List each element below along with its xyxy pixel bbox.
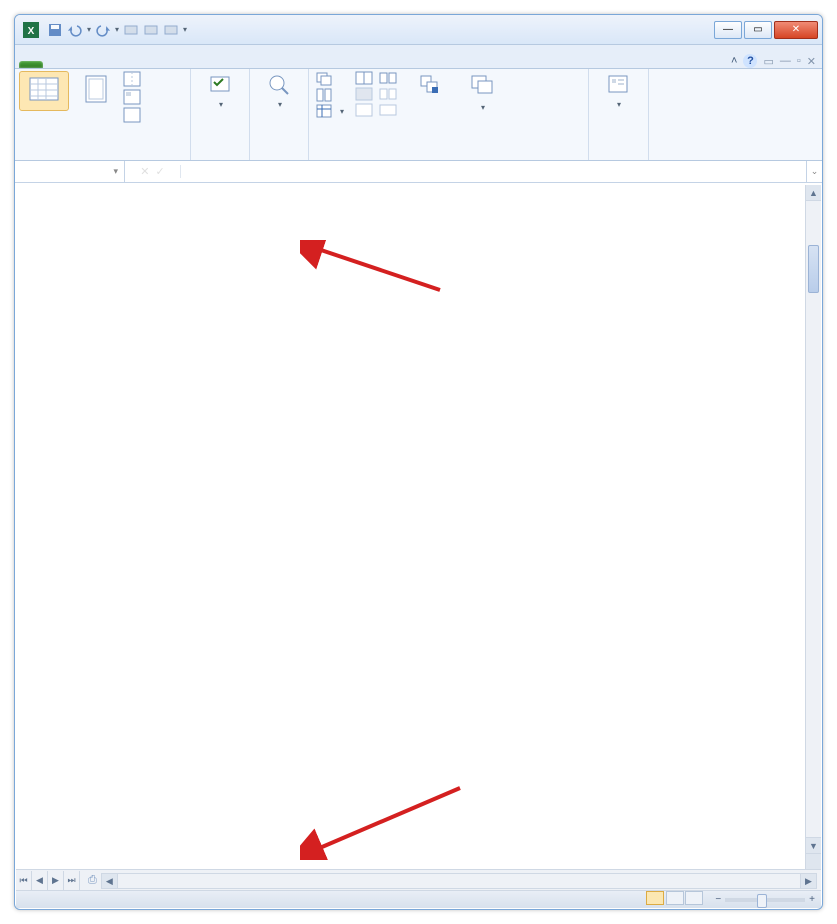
custom-views-icon[interactable]: [123, 89, 141, 105]
freeze-panes-button[interactable]: ▾: [313, 103, 347, 119]
group-views-label: [19, 156, 186, 158]
redo-dropdown[interactable]: ▾: [115, 25, 119, 34]
vertical-scrollbar[interactable]: ▲ ▼: [805, 185, 821, 869]
maximize-button[interactable]: ▭: [744, 21, 772, 39]
page-layout-icon: [80, 73, 112, 105]
pagebreak-preview-icon[interactable]: [123, 71, 141, 87]
undo-dropdown[interactable]: ▾: [87, 25, 91, 34]
new-sheet-button[interactable]: ⎙: [88, 874, 97, 887]
new-window-icon: [316, 72, 332, 86]
svg-text:X: X: [28, 26, 35, 37]
reset-pos-icon[interactable]: [379, 87, 397, 101]
arrange-all-button[interactable]: [313, 87, 347, 103]
save-workspace-button[interactable]: [405, 71, 455, 103]
zoom-slider[interactable]: [725, 898, 805, 902]
excel-icon: X: [23, 22, 39, 38]
tab-file[interactable]: [19, 61, 43, 68]
compare-icon[interactable]: [379, 103, 397, 117]
qat-customize[interactable]: ▾: [183, 25, 187, 34]
tab-nav-prev[interactable]: ◀: [32, 871, 48, 891]
minimize-button[interactable]: —: [714, 21, 742, 39]
formula-bar-expand[interactable]: ⌄: [806, 161, 822, 182]
macros-icon: [606, 73, 630, 97]
name-box[interactable]: ▾: [15, 161, 125, 182]
fullscreen-icon[interactable]: [123, 107, 141, 123]
qat-extra2-icon[interactable]: [143, 22, 159, 38]
save-icon[interactable]: [47, 22, 63, 38]
undo-icon[interactable]: [67, 22, 83, 38]
enter-formula-icon[interactable]: ✓: [156, 165, 165, 178]
doc-close-icon[interactable]: ✕: [807, 55, 816, 68]
show-button[interactable]: ▾: [195, 71, 245, 112]
window-shrink-icon[interactable]: ▭: [763, 55, 773, 68]
group-macros-label: [593, 156, 644, 158]
sync-scroll-icon[interactable]: [379, 71, 397, 85]
macros-button[interactable]: ▾: [593, 71, 643, 112]
view-normal-icon[interactable]: [646, 891, 664, 905]
switch-window-button[interactable]: ▾: [457, 71, 507, 115]
new-window-button[interactable]: [313, 71, 347, 87]
zoom-out-button[interactable]: −: [715, 894, 721, 905]
sheet-tab-bar: ⏮ ◀ ▶ ⏭ ⎙ ◀ ▶: [16, 869, 821, 891]
doc-restore-icon[interactable]: ▫: [797, 55, 801, 67]
help-icon[interactable]: ?: [743, 54, 757, 68]
titlebar: X ▾ ▾ ▾ — ▭ ✕: [15, 15, 822, 45]
normal-view-icon: [28, 74, 60, 106]
redo-icon[interactable]: [95, 22, 111, 38]
ribbon: ▾ ▾ ▾: [15, 69, 822, 161]
ribbon-tabs: ˄ ? ▭ — ▫ ✕: [15, 45, 822, 69]
tab-nav-last[interactable]: ⏭: [64, 871, 80, 891]
worksheet-grid[interactable]: ▲ ▼: [16, 185, 821, 869]
page-views-small: [123, 71, 141, 123]
view-pagebreak-icon[interactable]: [685, 891, 703, 905]
hscroll-right-icon[interactable]: ▶: [800, 874, 816, 888]
normal-view-button[interactable]: [19, 71, 69, 111]
switch-window-icon: [470, 73, 494, 97]
quick-access-toolbar: ▾ ▾ ▾: [47, 22, 187, 38]
zoom-button[interactable]: ▾: [254, 71, 304, 112]
unhide-icon[interactable]: [355, 103, 373, 117]
horizontal-scrollbar[interactable]: ◀ ▶: [101, 873, 817, 889]
hide-icon[interactable]: [355, 87, 373, 101]
page-layout-button[interactable]: [71, 71, 121, 111]
cancel-formula-icon[interactable]: ✕: [140, 165, 149, 178]
qat-extra1-icon[interactable]: [123, 22, 139, 38]
save-workspace-icon: [418, 73, 442, 97]
doc-minimize-icon[interactable]: —: [780, 55, 791, 67]
group-window-label: [313, 156, 584, 158]
scroll-thumb[interactable]: [808, 245, 819, 293]
close-button[interactable]: ✕: [774, 21, 818, 39]
view-shortcut-buttons: [647, 891, 704, 908]
arrange-icon: [316, 88, 332, 102]
status-bar: − +: [16, 890, 821, 908]
zoom-icon: [267, 73, 291, 97]
show-icon: [208, 73, 232, 97]
qat-extra3-icon[interactable]: [163, 22, 179, 38]
scroll-up-icon[interactable]: ▲: [806, 185, 821, 201]
view-pagelayout-icon[interactable]: [666, 891, 684, 905]
freeze-icon: [316, 104, 332, 118]
formula-bar: ▾ ✕ ✓ ⌄: [15, 161, 822, 183]
split-handle[interactable]: [806, 853, 821, 869]
split-icon[interactable]: [355, 71, 373, 85]
zoom-in-button[interactable]: +: [809, 894, 815, 905]
scroll-down-icon[interactable]: ▼: [806, 837, 821, 853]
tab-nav-next[interactable]: ▶: [48, 871, 64, 891]
tab-nav-first[interactable]: ⏮: [16, 871, 32, 891]
hscroll-left-icon[interactable]: ◀: [102, 874, 118, 888]
ribbon-minimize-icon[interactable]: ˄: [731, 55, 737, 67]
